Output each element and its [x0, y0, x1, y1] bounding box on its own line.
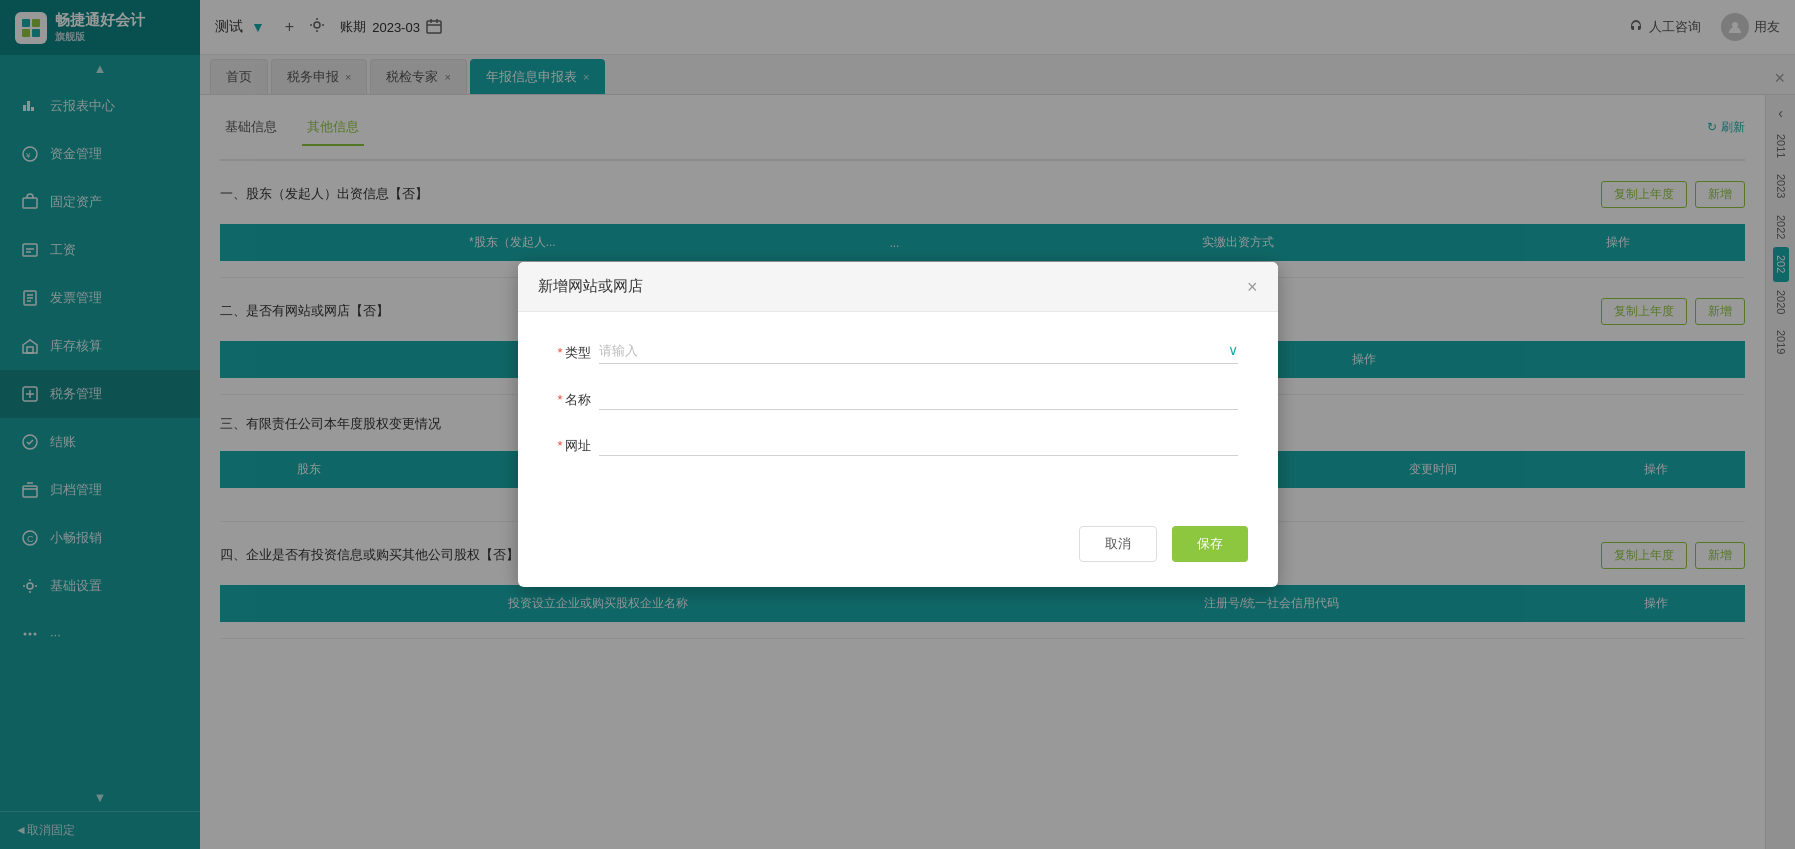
type-label-text: 类型 [565, 345, 591, 360]
form-row-name: *名称 [558, 389, 1238, 410]
type-input-wrap: ∨ [599, 342, 1238, 364]
name-label: *名称 [558, 391, 591, 409]
required-star-name: * [558, 392, 563, 407]
name-input-wrap [599, 389, 1238, 410]
required-star-type: * [558, 345, 563, 360]
modal-body: *类型 ∨ *名称 *网址 [518, 312, 1278, 511]
modal-title: 新增网站或网店 [538, 277, 643, 296]
form-row-type: *类型 ∨ [558, 342, 1238, 364]
modal-close-btn[interactable]: × [1247, 278, 1258, 296]
type-input[interactable] [599, 343, 1228, 358]
type-label: *类型 [558, 344, 591, 362]
modal-add-website: 新增网站或网店 × *类型 ∨ *名称 [518, 262, 1278, 587]
modal-footer: 取消 保存 [518, 511, 1278, 587]
url-input[interactable] [599, 435, 1238, 450]
save-button[interactable]: 保存 [1172, 526, 1248, 562]
url-input-wrap [599, 435, 1238, 456]
name-label-text: 名称 [565, 392, 591, 407]
cancel-button[interactable]: 取消 [1079, 526, 1157, 562]
name-input[interactable] [599, 389, 1238, 404]
modal-header: 新增网站或网店 × [518, 262, 1278, 312]
modal-overlay[interactable]: 新增网站或网店 × *类型 ∨ *名称 [0, 0, 1795, 849]
form-row-url: *网址 [558, 435, 1238, 456]
required-star-url: * [558, 438, 563, 453]
url-label-text: 网址 [565, 438, 591, 453]
url-label: *网址 [558, 437, 591, 455]
type-dropdown-arrow[interactable]: ∨ [1228, 342, 1238, 358]
